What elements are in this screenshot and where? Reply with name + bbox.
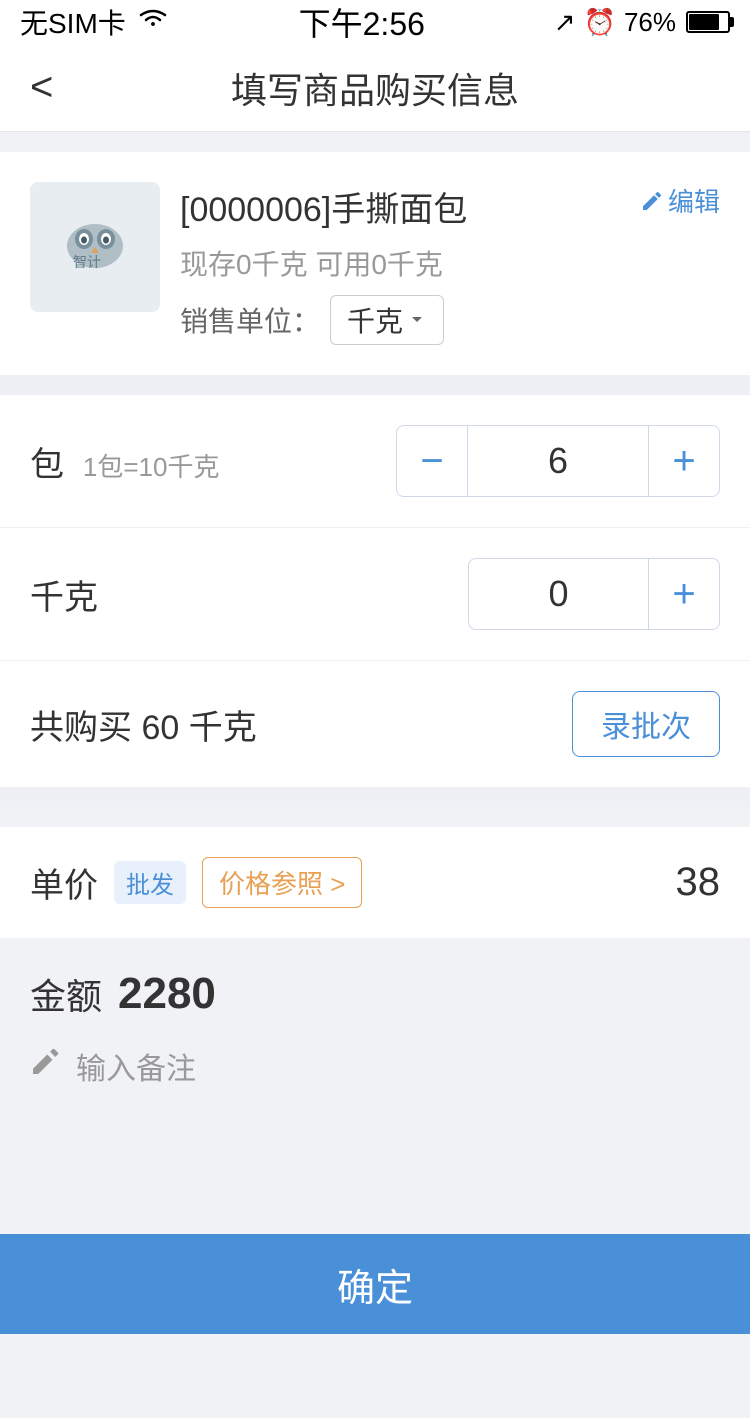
bag-quantity-input[interactable] [468,425,648,497]
price-tag: 批发 [114,861,186,904]
kg-quantity-input[interactable] [468,558,648,630]
status-time: 下午2:56 [299,0,425,45]
battery-percent: 76% [624,7,676,38]
alarm-icon: ⏰ [584,7,616,38]
total-label: 共购买 60 千克 [30,700,257,749]
status-bar: 无SIM卡 下午2:56 ↗ ⏰ 76% [0,0,750,44]
product-image: 智计 [30,182,160,312]
bag-minus-button[interactable]: − [396,425,468,497]
amount-section: 金额 2280 输入备注 [0,938,750,1118]
edit-button[interactable]: 编辑 [640,182,720,219]
back-button[interactable]: < [30,65,53,110]
note-row[interactable]: 输入备注 [30,1044,720,1118]
section-divider-2 [0,787,750,807]
section-divider-1 [0,375,750,395]
amount-value: 2280 [118,969,216,1019]
product-unit: 销售单位： 千克 [180,295,720,345]
svg-text:智计: 智计 [73,254,101,270]
product-name: [0000006]手撕面包 [180,182,467,231]
bag-quantity-controls: − + [396,425,720,497]
carrier-label: 无SIM卡 [20,2,126,42]
bag-plus-button[interactable]: + [648,425,720,497]
batch-button[interactable]: 录批次 [572,691,720,757]
note-placeholder: 输入备注 [76,1044,196,1088]
product-info: [0000006]手撕面包 编辑 现存0千克 可用0千克 销售单位： 千克 [180,182,720,345]
status-right: ↗ ⏰ 76% [554,7,730,38]
price-ref-button[interactable]: 价格参照 > [202,857,362,908]
kg-quantity-controls: + [468,558,720,630]
confirm-button-label: 确定 [337,1257,413,1312]
page-title: 填写商品购买信息 [231,62,519,114]
kg-plus-button[interactable]: + [648,558,720,630]
status-left: 无SIM卡 [20,2,170,42]
kg-quantity-section: 千克 + [0,528,750,661]
bag-quantity-section: 包 1包=10千克 − + [0,395,750,528]
product-logo-icon: 智计 [60,211,130,283]
amount-label: 金额 [30,968,102,1020]
confirm-bar[interactable]: 确定 [0,1234,750,1334]
note-pencil-icon [30,1047,60,1085]
product-card: 智计 [0000006]手撕面包 编辑 现存0千克 可用0千克 销售单位： 千克 [0,152,750,375]
product-stock: 现存0千克 可用0千克 [180,243,720,283]
location-icon: ↗ [554,7,576,38]
price-label: 单价 [30,858,98,907]
nav-bar: < 填写商品购买信息 [0,44,750,132]
unit-dropdown[interactable]: 千克 [330,295,444,345]
amount-row: 金额 2280 [30,968,720,1020]
price-left: 单价 批发 价格参照 > [30,857,362,908]
battery-icon [686,11,730,33]
price-section: 单价 批发 价格参照 > 38 [0,827,750,938]
bag-label-group: 包 1包=10千克 [30,437,219,486]
wifi-icon [136,6,170,38]
total-section: 共购买 60 千克 录批次 [0,661,750,787]
price-value: 38 [676,860,721,905]
kg-label-group: 千克 [30,570,98,619]
